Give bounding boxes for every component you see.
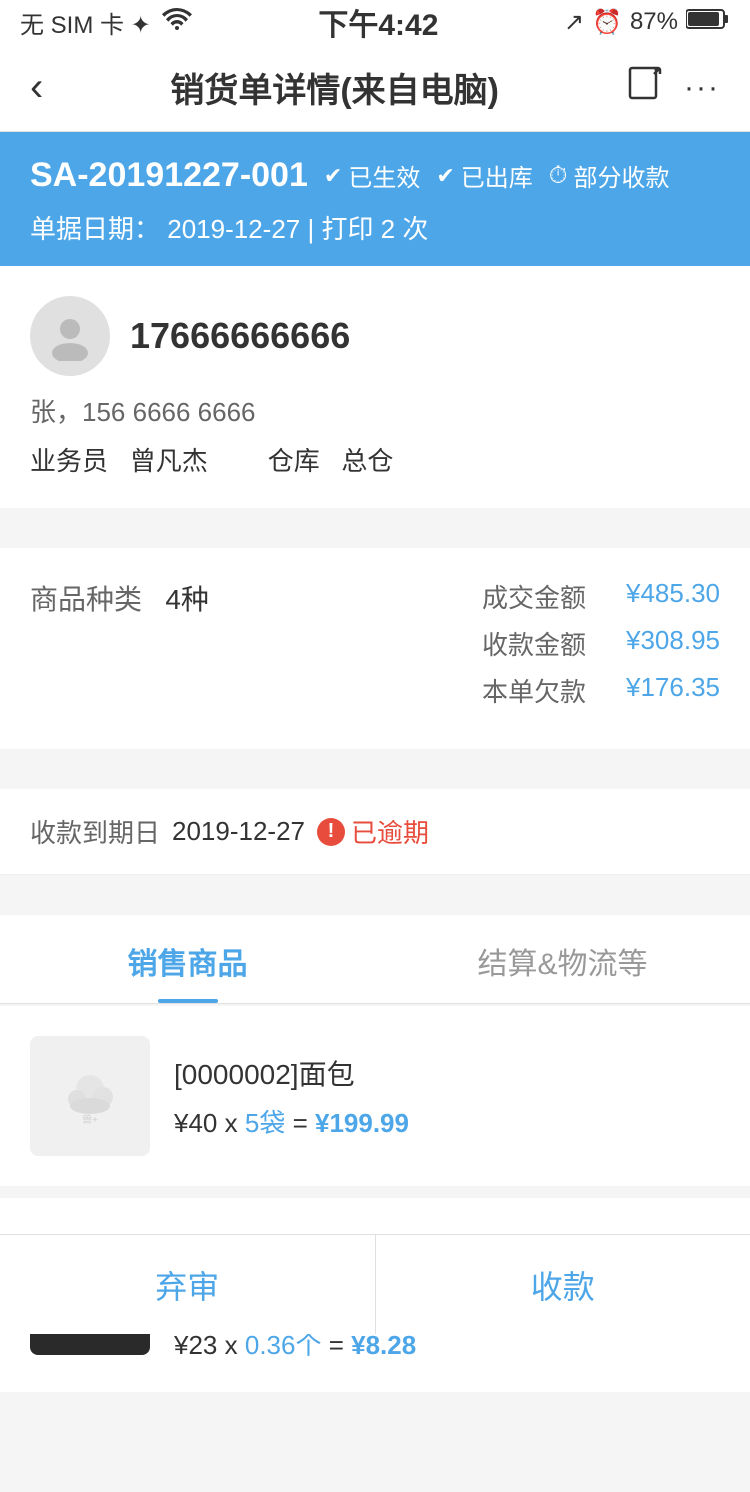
status-partial-label: 部分收款	[574, 158, 670, 193]
stats-category: 商品种类 4种	[30, 578, 209, 618]
date-label: 单据日期：	[30, 214, 160, 244]
total-1: ¥199.99	[315, 1108, 409, 1138]
received-value: ¥308.95	[626, 625, 720, 662]
sim-indicator: 无 SIM 卡 ✦	[20, 5, 151, 40]
divider-prod	[0, 1186, 750, 1196]
status-bar: 无 SIM 卡 ✦ 下午4:42 ↗ ⏰ 87%	[0, 0, 750, 44]
overdue-label: 已逾期	[351, 813, 429, 850]
deal-label: 成交金额	[482, 578, 586, 615]
sales-label: 业务员	[30, 446, 108, 476]
tabs-section: 销售商品 结算&物流等	[0, 915, 750, 1004]
wifi-icon	[161, 8, 193, 37]
deal-value: ¥485.30	[626, 578, 720, 615]
overdue-icon: !	[317, 818, 345, 846]
stats-amounts: 成交金额 ¥485.30 收款金额 ¥308.95 本单欠款 ¥176.35	[482, 578, 720, 719]
category-label: 商品种类	[30, 584, 142, 615]
bottom-spacer	[0, 1392, 750, 1492]
sales-info: 业务员 曾凡杰	[30, 441, 208, 478]
collect-button[interactable]: 收款	[376, 1235, 750, 1334]
status-bar-left: 无 SIM 卡 ✦	[20, 5, 193, 40]
order-header: SA-20191227-001 ✔ 已生效 ✔ 已出库 ⏱ 部分收款 单据日期：…	[0, 132, 750, 266]
status-partial: ⏱ 部分收款	[549, 158, 670, 193]
nav-bar: ‹ 销货单详情(来自电脑) ···	[0, 44, 750, 132]
print-info: | 打印 2 次	[307, 214, 428, 244]
order-id: SA-20191227-001	[30, 156, 308, 195]
product-info-1: [0000002]面包 ¥40 x 5袋 = ¥199.99	[174, 1053, 720, 1140]
avatar	[30, 296, 110, 376]
location-icon: ↗	[564, 8, 584, 37]
battery-icon	[686, 8, 730, 37]
deal-amount-row: 成交金额 ¥485.30	[482, 578, 720, 615]
status-bar-right: ↗ ⏰ 87%	[564, 8, 730, 37]
unit-price-2: ¥23	[174, 1330, 217, 1360]
order-id-row: SA-20191227-001 ✔ 已生效 ✔ 已出库 ⏱ 部分收款	[30, 156, 720, 195]
due-section: 收款到期日 2019-12-27 ! 已逾期	[0, 789, 750, 875]
nav-actions: ···	[626, 64, 720, 111]
order-date-row: 单据日期： 2019-12-27 | 打印 2 次	[30, 209, 720, 246]
reject-button[interactable]: 弃审	[0, 1235, 376, 1334]
qty-1: 5袋	[245, 1108, 285, 1138]
status-activated-label: 已生效	[348, 158, 420, 193]
product-thumbnail-1: 兽+	[30, 1036, 150, 1156]
overdue-badge: ! 已逾期	[317, 813, 429, 850]
more-icon[interactable]: ···	[684, 71, 720, 105]
received-amount-row: 收款金额 ¥308.95	[482, 625, 720, 662]
page-title: 销货单详情(来自电脑)	[170, 63, 499, 112]
order-date: 2019-12-27	[167, 214, 300, 244]
status-shipped-label: 已出库	[461, 158, 533, 193]
back-button[interactable]: ‹	[30, 65, 43, 110]
tab-settlement[interactable]: 结算&物流等	[375, 915, 750, 1003]
divider-3	[0, 875, 750, 895]
check-icon-1: ✔	[324, 163, 342, 189]
warehouse-name: 总仓	[341, 446, 393, 476]
battery-level: 87%	[630, 8, 678, 36]
customer-meta: 业务员 曾凡杰 仓库 总仓	[30, 441, 720, 478]
tab-sales-products[interactable]: 销售商品	[0, 915, 375, 1003]
unit-price-1: ¥40	[174, 1108, 217, 1138]
status-shipped: ✔ 已出库	[436, 158, 532, 193]
stats-section: 商品种类 4种 成交金额 ¥485.30 收款金额 ¥308.95 本单欠款 ¥…	[0, 548, 750, 749]
due-date-value: 2019-12-27	[172, 816, 305, 847]
check-icon-2: ✔	[436, 163, 454, 189]
products-section: 兽+ [0000002]面包 ¥40 x 5袋 = ¥199.99	[0, 1006, 750, 1392]
total-2: ¥8.28	[351, 1330, 416, 1360]
warehouse-label: 仓库	[268, 446, 320, 476]
customer-row: 17666666666	[30, 296, 720, 376]
status-activated: ✔ 已生效	[324, 158, 420, 193]
bottom-bar: 弃审 收款	[0, 1234, 750, 1334]
divider-1	[0, 508, 750, 528]
svg-text:兽+: 兽+	[82, 1113, 98, 1126]
sales-person: 曾凡杰	[130, 446, 208, 476]
due-label: 收款到期日	[30, 813, 160, 850]
customer-section: 17666666666 张，156 6666 6666 业务员 曾凡杰 仓库 总…	[0, 266, 750, 508]
customer-phone: 17666666666	[130, 315, 350, 357]
divider-2	[0, 749, 750, 769]
warehouse-info: 仓库 总仓	[268, 441, 394, 478]
category-count: 4种	[165, 584, 209, 615]
product-name-1: [0000002]面包	[174, 1053, 720, 1093]
product-price-1: ¥40 x 5袋 = ¥199.99	[174, 1103, 720, 1140]
debt-amount-row: 本单欠款 ¥176.35	[482, 672, 720, 709]
share-icon[interactable]	[626, 64, 664, 111]
clock-icon: ⏱	[549, 162, 568, 190]
qty-2: 0.36个	[245, 1330, 322, 1360]
debt-value: ¥176.35	[626, 672, 720, 709]
product-item: 兽+ [0000002]面包 ¥40 x 5袋 = ¥199.99	[0, 1006, 750, 1186]
status-bar-time: 下午4:42	[318, 0, 438, 44]
debt-label: 本单欠款	[482, 672, 586, 709]
alarm-icon: ⏰	[592, 8, 622, 37]
customer-name-phone: 张，156 6666 6666	[30, 392, 720, 429]
received-label: 收款金额	[482, 625, 586, 662]
